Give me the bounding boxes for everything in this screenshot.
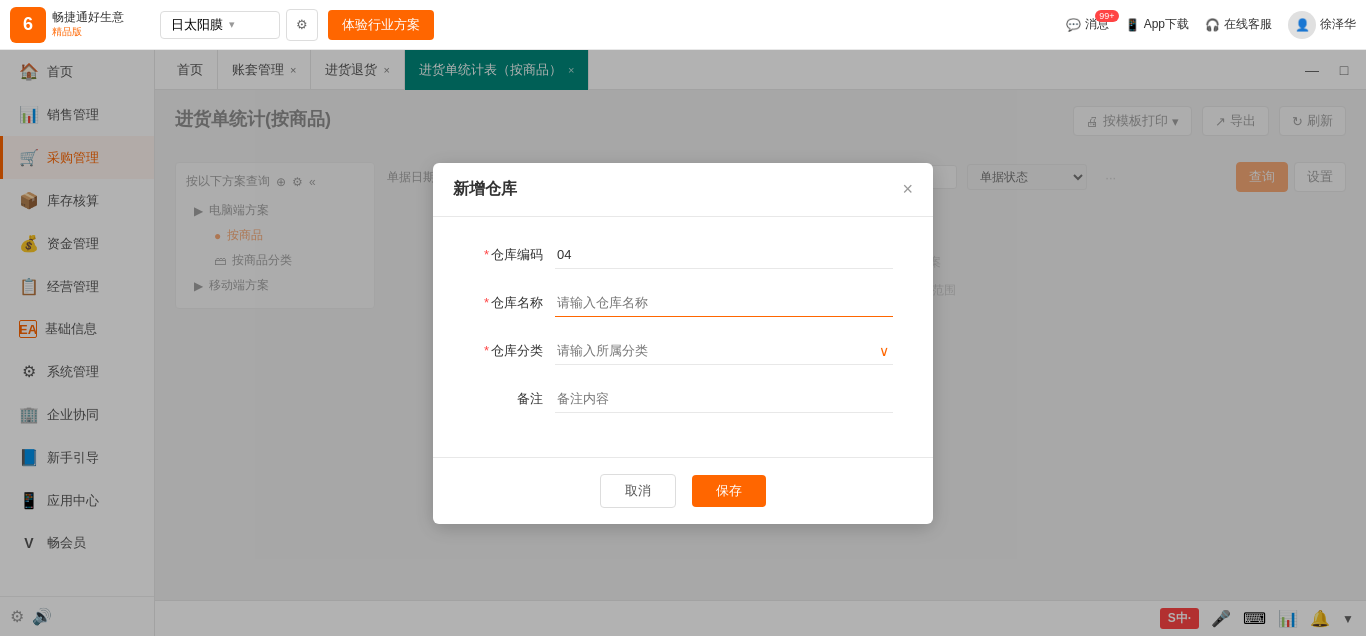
modal-overlay: 新增仓库 × 仓库编码 仓库名称	[155, 90, 1366, 600]
messages-item[interactable]: 💬 消息 99+	[1066, 16, 1109, 33]
category-form-row: 仓库分类 ∨	[473, 337, 893, 365]
note-label: 备注	[473, 390, 543, 408]
name-input[interactable]	[555, 289, 893, 317]
note-form-row: 备注	[473, 385, 893, 413]
modal-close-button[interactable]: ×	[902, 180, 913, 198]
phone-icon: 📱	[1125, 18, 1140, 32]
category-input-wrap: ∨	[555, 337, 893, 365]
category-dropdown-icon[interactable]: ∨	[879, 343, 889, 359]
online-service-item[interactable]: 🎧 在线客服	[1205, 16, 1272, 33]
user-name: 徐泽华	[1320, 16, 1356, 33]
new-warehouse-modal: 新增仓库 × 仓库编码 仓库名称	[433, 163, 933, 524]
online-service-label: 在线客服	[1224, 16, 1272, 33]
gear-icon: ⚙	[296, 17, 308, 32]
top-header: 6 畅捷通好生意 精品版 日太阳膜 ▾ ⚙ 体验行业方案 💬 消息 99+ 📱 …	[0, 0, 1366, 50]
header-right: 💬 消息 99+ 📱 App下载 🎧 在线客服 👤 徐泽华	[1066, 11, 1356, 39]
logo-area: 6 畅捷通好生意 精品版	[10, 7, 160, 43]
store-name: 日太阳膜	[171, 16, 223, 34]
user-item[interactable]: 👤 徐泽华	[1288, 11, 1356, 39]
category-label: 仓库分类	[473, 342, 543, 360]
main-layout: 🏠 首页 📊 销售管理 🛒 采购管理 📦 库存核算 💰 资金管理 📋 经营管理 …	[0, 50, 1366, 636]
headset-icon: 🎧	[1205, 18, 1220, 32]
name-label: 仓库名称	[473, 294, 543, 312]
code-input[interactable]	[555, 241, 893, 269]
code-label: 仓库编码	[473, 246, 543, 264]
note-input[interactable]	[555, 385, 893, 413]
message-icon: 💬	[1066, 18, 1081, 32]
content-area: 首页 账套管理 × 进货退货 × 进货单统计表（按商品） × — □	[155, 50, 1366, 636]
logo-icon: 6	[10, 7, 46, 43]
page-content: 进货单统计(按商品) 🖨 按模板打印 ▾ ↗ 导出 ↻	[155, 90, 1366, 600]
category-input[interactable]	[555, 337, 893, 365]
save-button[interactable]: 保存	[692, 475, 766, 507]
modal-title: 新增仓库	[453, 179, 517, 200]
code-form-row: 仓库编码	[473, 241, 893, 269]
brand-name: 畅捷通好生意	[52, 10, 124, 26]
cancel-button[interactable]: 取消	[600, 474, 676, 508]
modal-header: 新增仓库 ×	[433, 163, 933, 217]
gear-button[interactable]: ⚙	[286, 9, 318, 41]
modal-footer: 取消 保存	[433, 457, 933, 524]
edition-label: 精品版	[52, 25, 124, 39]
store-selector[interactable]: 日太阳膜 ▾	[160, 11, 280, 39]
experience-button[interactable]: 体验行业方案	[328, 10, 434, 40]
avatar: 👤	[1288, 11, 1316, 39]
messages-badge: 99+	[1095, 10, 1118, 22]
app-download-label: App下载	[1144, 16, 1189, 33]
app-download-item[interactable]: 📱 App下载	[1125, 16, 1189, 33]
modal-body: 仓库编码 仓库名称 仓库分类 ∨	[433, 217, 933, 457]
name-form-row: 仓库名称	[473, 289, 893, 317]
store-chevron-icon: ▾	[229, 18, 235, 31]
